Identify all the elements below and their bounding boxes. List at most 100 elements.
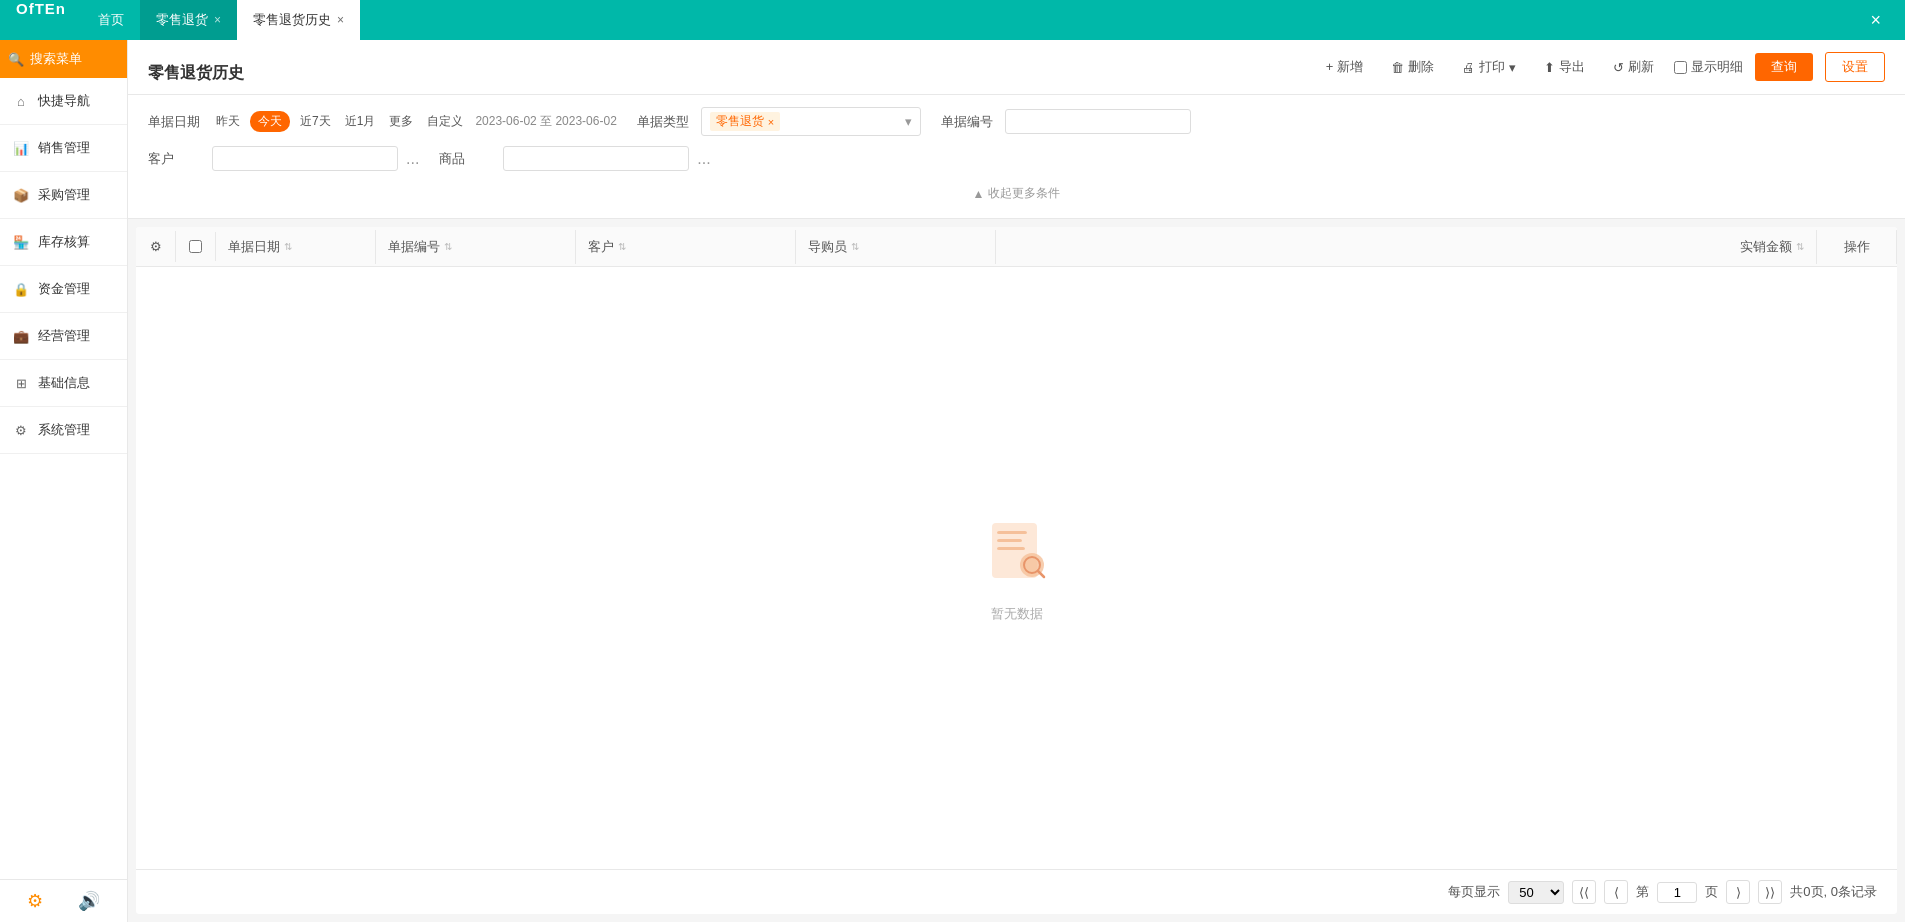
sidebar-footer: ⚙ 🔊 <box>0 879 127 922</box>
bill-type-tag-close[interactable]: × <box>768 116 774 128</box>
sidebar-item-system[interactable]: ⚙ 系统管理 <box>0 407 127 454</box>
goods-input[interactable] <box>503 146 689 171</box>
top-bar: OfTEn 首页 零售退货 × 零售退货历史 × × <box>0 0 1905 40</box>
sidebar-item-finance[interactable]: 🔒 资金管理 <box>0 266 127 313</box>
filter-customer: 客户 ... <box>148 146 419 171</box>
sidebar-item-basic-info[interactable]: ⊞ 基础信息 <box>0 360 127 407</box>
delete-icon: 🗑 <box>1391 60 1404 75</box>
svg-rect-3 <box>997 547 1025 550</box>
collapse-arrow-icon: ▲ <box>973 187 985 201</box>
date-btn-more[interactable]: 更多 <box>385 111 417 132</box>
page-number-input[interactable]: 1 <box>1657 882 1697 903</box>
filter-area: 单据日期 昨天 今天 近7天 近1月 更多 自定义 2023-06-02 至 2… <box>128 95 1905 219</box>
filter-bill-type: 单据类型 零售退货 × ▾ <box>637 107 921 136</box>
speaker-icon[interactable]: 🔊 <box>78 890 100 912</box>
warehouse-icon: 🏪 <box>12 233 30 251</box>
bill-type-label: 单据类型 <box>637 113 693 131</box>
delete-button[interactable]: 🗑 删除 <box>1383 54 1442 80</box>
sidebar-item-purchase-mgmt[interactable]: 📦 采购管理 <box>0 172 127 219</box>
main-layout: 🔍 搜索菜单 ⌂ 快捷导航 📊 销售管理 📦 采购管理 🏪 库存核算 🔒 <box>0 40 1905 922</box>
print-arrow-icon: ▾ <box>1509 60 1516 75</box>
svg-rect-1 <box>997 531 1027 534</box>
bill-type-select[interactable]: 零售退货 × ▾ <box>701 107 921 136</box>
svg-rect-2 <box>997 539 1022 542</box>
first-page-button[interactable]: ⟨⟨ <box>1572 880 1596 904</box>
th-bill-date[interactable]: 单据日期 ⇅ <box>216 230 376 264</box>
sidebar-item-sales-mgmt[interactable]: 📊 销售管理 <box>0 125 127 172</box>
home-icon: ⌂ <box>12 92 30 110</box>
th-guide[interactable]: 导购员 ⇅ <box>796 230 996 264</box>
prev-page-button[interactable]: ⟨ <box>1604 880 1628 904</box>
next-page-button[interactable]: ⟩ <box>1726 880 1750 904</box>
th-customer[interactable]: 客户 ⇅ <box>576 230 796 264</box>
display-toggle[interactable]: 显示明细 <box>1674 58 1743 76</box>
customer-input[interactable] <box>212 146 398 171</box>
filter-bill-date: 单据日期 昨天 今天 近7天 近1月 更多 自定义 2023-06-02 至 2… <box>148 111 617 132</box>
page-unit: 页 <box>1705 883 1718 901</box>
date-options: 昨天 今天 近7天 近1月 更多 自定义 <box>212 111 467 132</box>
date-btn-7days[interactable]: 近7天 <box>296 111 335 132</box>
table-header: ⚙ 单据日期 ⇅ 单据编号 ⇅ 客户 ⇅ 导购员 <box>136 227 1897 267</box>
search-icon: 🔍 <box>8 52 24 67</box>
collapse-button[interactable]: ▲ 收起更多条件 <box>148 181 1885 206</box>
sidebar-item-inventory[interactable]: 🏪 库存核算 <box>0 219 127 266</box>
th-settings[interactable]: ⚙ <box>136 231 176 262</box>
goods-dots[interactable]: ... <box>697 150 710 168</box>
date-btn-custom[interactable]: 自定义 <box>423 111 467 132</box>
th-amount[interactable]: 实销金额 ⇅ <box>996 230 1817 264</box>
print-icon: 🖨 <box>1462 60 1475 75</box>
table-settings-icon: ⚙ <box>150 239 162 254</box>
th-bill-no[interactable]: 单据编号 ⇅ <box>376 230 576 264</box>
date-btn-yesterday[interactable]: 昨天 <box>212 111 244 132</box>
sidebar-search[interactable]: 🔍 搜索菜单 <box>0 40 127 78</box>
data-table: ⚙ 单据日期 ⇅ 单据编号 ⇅ 客户 ⇅ 导购员 <box>136 227 1897 914</box>
sort-icon-date: ⇅ <box>284 241 292 252</box>
per-page-label: 每页显示 <box>1448 883 1500 901</box>
pagination: 每页显示 10 20 50 100 ⟨⟨ ⟨ 第 1 页 ⟩ ⟩⟩ 共0页, 0… <box>136 869 1897 914</box>
sidebar: 🔍 搜索菜单 ⌂ 快捷导航 📊 销售管理 📦 采购管理 🏪 库存核算 🔒 <box>0 40 128 922</box>
lock-icon: 🔒 <box>12 280 30 298</box>
tab-home[interactable]: 首页 <box>82 0 140 40</box>
sidebar-item-operations[interactable]: 💼 经营管理 <box>0 313 127 360</box>
date-btn-today[interactable]: 今天 <box>250 111 290 132</box>
customer-dots[interactable]: ... <box>406 150 419 168</box>
refresh-icon: ↺ <box>1613 60 1624 75</box>
last-page-button[interactable]: ⟩⟩ <box>1758 880 1782 904</box>
settings-icon: ⚙ <box>12 421 30 439</box>
customer-label: 客户 <box>148 150 204 168</box>
grid-icon: ⊞ <box>12 374 30 392</box>
query-button[interactable]: 查询 <box>1755 53 1813 81</box>
tab-return-history[interactable]: 零售退货历史 × <box>237 0 360 40</box>
date-range: 2023-06-02 至 2023-06-02 <box>475 113 616 130</box>
toolbar: + 新增 🗑 删除 🖨 打印 ▾ ⬆ 导出 ↺ 刷新 <box>1318 52 1885 94</box>
filter-goods: 商品 ... <box>439 146 710 171</box>
new-button[interactable]: + 新增 <box>1318 54 1371 80</box>
tab-return[interactable]: 零售退货 × <box>140 0 237 40</box>
sidebar-item-quick-nav[interactable]: ⌂ 快捷导航 <box>0 78 127 125</box>
page-label: 第 <box>1636 883 1649 901</box>
print-button[interactable]: 🖨 打印 ▾ <box>1454 54 1524 80</box>
page-title: 零售退货历史 <box>148 63 244 84</box>
chart-icon: 📊 <box>12 139 30 157</box>
date-btn-1month[interactable]: 近1月 <box>341 111 380 132</box>
tab-return-history-close[interactable]: × <box>337 13 344 27</box>
filter-row-2: 客户 ... 商品 ... <box>148 146 1885 171</box>
export-button[interactable]: ⬆ 导出 <box>1536 54 1593 80</box>
select-all-checkbox[interactable] <box>189 240 202 253</box>
refresh-button[interactable]: ↺ 刷新 <box>1605 54 1662 80</box>
display-toggle-checkbox[interactable] <box>1674 61 1687 74</box>
tab-return-close[interactable]: × <box>214 13 221 27</box>
window-close-button[interactable]: × <box>1862 10 1889 31</box>
setting-button[interactable]: 设置 <box>1825 52 1885 82</box>
bill-no-label: 单据编号 <box>941 113 997 131</box>
sidebar-nav: ⌂ 快捷导航 📊 销售管理 📦 采购管理 🏪 库存核算 🔒 资金管理 💼 <box>0 78 127 879</box>
sort-icon-bill-no: ⇅ <box>444 241 452 252</box>
per-page-select[interactable]: 10 20 50 100 <box>1508 881 1564 904</box>
bill-no-input[interactable] <box>1005 109 1191 134</box>
sort-icon-guide: ⇅ <box>851 241 859 252</box>
box-icon: 📦 <box>12 186 30 204</box>
gear-icon[interactable]: ⚙ <box>27 890 43 912</box>
page-summary: 共0页, 0条记录 <box>1790 883 1877 901</box>
bill-date-label: 单据日期 <box>148 113 204 131</box>
th-checkbox[interactable] <box>176 232 216 261</box>
